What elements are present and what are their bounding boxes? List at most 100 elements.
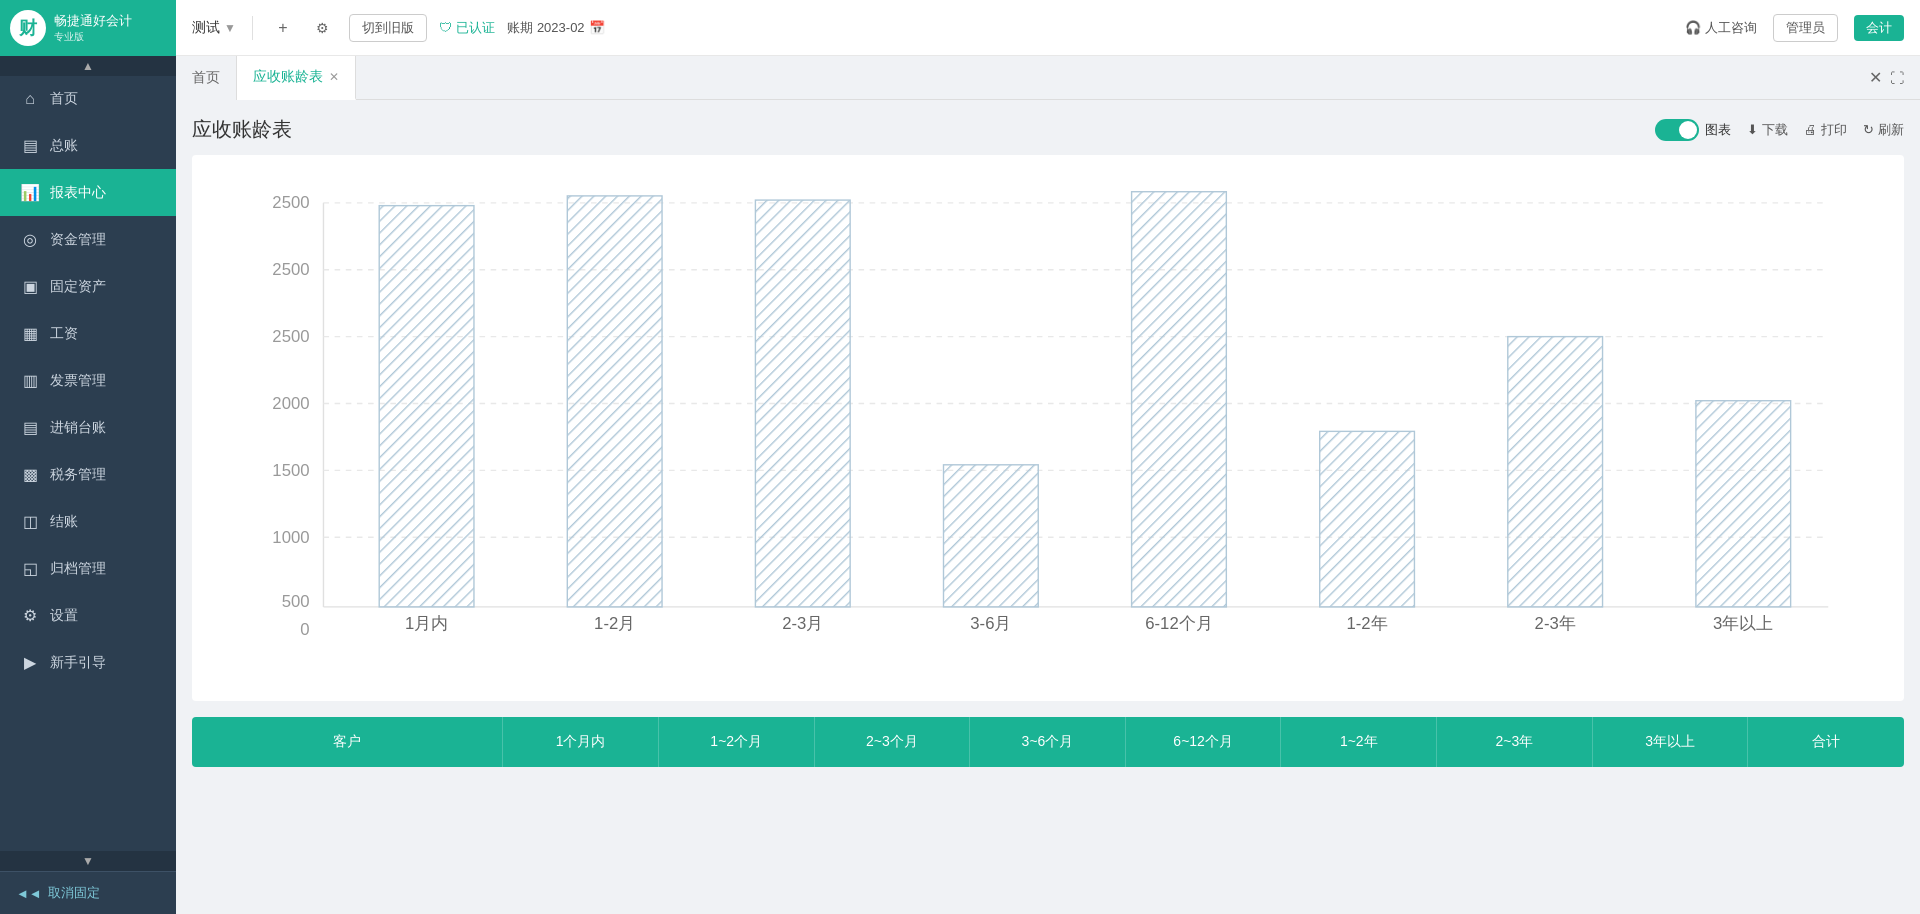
tabs-bar: 首页 应收账龄表 ✕ ✕ ⛶: [176, 56, 1920, 100]
th-2-3month: 2~3个月: [815, 717, 971, 767]
cancel-fixed-btn[interactable]: ◄◄ 取消固定: [16, 884, 160, 902]
bar-6-12月: [1132, 192, 1227, 607]
sidebar-item-invoice[interactable]: ▥ 发票管理: [0, 357, 176, 404]
download-button[interactable]: ⬇ 下载: [1747, 121, 1788, 139]
sidebar-item-settle[interactable]: ◫ 结账: [0, 498, 176, 545]
sidebar-item-salary[interactable]: ▦ 工资: [0, 310, 176, 357]
cancel-fixed-label: 取消固定: [48, 884, 100, 902]
tab-aging[interactable]: 应收账龄表 ✕: [237, 56, 356, 100]
user-button[interactable]: 管理员: [1773, 14, 1838, 42]
sidebar-item-label-salary: 工资: [50, 325, 78, 343]
logo-icon: 财: [10, 10, 46, 46]
th-3-6month: 3~6个月: [970, 717, 1126, 767]
company-name: 测试: [192, 19, 220, 37]
chart-toggle-container: 图表: [1655, 119, 1731, 141]
close-window-icon[interactable]: ✕: [1869, 68, 1882, 87]
svg-text:2000: 2000: [272, 394, 309, 413]
tab-home[interactable]: 首页: [176, 56, 237, 100]
sidebar-item-label-inventory: 进销台账: [50, 419, 106, 437]
period-label: 账期: [507, 19, 533, 37]
main-area: 测试 ▼ + ⚙ 切到旧版 🛡 已认证 账期 2023-02 📅 🎧 人工咨询 …: [176, 0, 1920, 914]
app-name: 畅捷通好会计: [54, 13, 132, 30]
chart-toggle[interactable]: [1655, 119, 1699, 141]
topbar-right: 🎧 人工咨询 管理员 会计: [1685, 14, 1904, 42]
sidebar-item-label-archive: 归档管理: [50, 560, 106, 578]
sidebar-nav: ⌂ 首页 ▤ 总账 📊 报表中心 ◎ 资金管理 ▣ 固定资产 ▦ 工资 ▥ 发票…: [0, 76, 176, 851]
svg-text:1500: 1500: [272, 461, 309, 480]
th-3year-plus: 3年以上: [1593, 717, 1749, 767]
refresh-button[interactable]: ↻ 刷新: [1863, 121, 1904, 139]
reports-icon: 📊: [20, 183, 40, 202]
svg-text:1000: 1000: [272, 528, 309, 547]
scroll-up-btn[interactable]: ▲: [0, 56, 176, 76]
sidebar-item-tax[interactable]: ▩ 税务管理: [0, 451, 176, 498]
role-button[interactable]: 会计: [1854, 15, 1904, 41]
bar-2-3年: [1508, 337, 1603, 607]
sidebar-item-reports[interactable]: 📊 报表中心: [0, 169, 176, 216]
inventory-icon: ▤: [20, 418, 40, 437]
print-icon: 🖨: [1804, 122, 1817, 137]
chart-container: 2500 2500 2500 2000 1500 1000 500 0 1月内: [192, 155, 1904, 701]
svg-text:3-6月: 3-6月: [970, 614, 1011, 633]
sidebar-item-ledger[interactable]: ▤ 总账: [0, 122, 176, 169]
assets-icon: ▣: [20, 277, 40, 296]
sidebar-item-label-settle: 结账: [50, 513, 78, 531]
th-1-2month: 1~2个月: [659, 717, 815, 767]
shield-icon: 🛡: [439, 20, 452, 35]
svg-text:2500: 2500: [272, 327, 309, 346]
sidebar-item-inventory[interactable]: ▤ 进销台账: [0, 404, 176, 451]
service-button[interactable]: 🎧 人工咨询: [1685, 19, 1757, 37]
refresh-label: 刷新: [1878, 121, 1904, 139]
print-button[interactable]: 🖨 打印: [1804, 121, 1847, 139]
svg-text:500: 500: [282, 592, 310, 611]
th-customer: 客户: [192, 717, 503, 767]
sidebar-item-label-home: 首页: [50, 90, 78, 108]
switch-version-button[interactable]: 切到旧版: [349, 14, 427, 42]
th-1-2year: 1~2年: [1281, 717, 1437, 767]
download-label: 下载: [1762, 121, 1788, 139]
report-actions: 图表 ⬇ 下载 🖨 打印 ↻ 刷新: [1655, 119, 1904, 141]
headset-icon: 🎧: [1685, 20, 1701, 35]
company-selector[interactable]: 测试 ▼: [192, 19, 236, 37]
expand-icon[interactable]: ⛶: [1890, 70, 1904, 86]
sidebar-item-archive[interactable]: ◱ 归档管理: [0, 545, 176, 592]
tab-aging-label: 应收账龄表: [253, 68, 323, 86]
sidebar-bottom: ◄◄ 取消固定: [0, 871, 176, 914]
verified-badge: 🛡 已认证: [439, 19, 495, 37]
tabs-right: ✕ ⛶: [1869, 68, 1920, 87]
home-icon: ⌂: [20, 90, 40, 108]
cancel-fixed-icon: ◄◄: [16, 886, 42, 901]
settings-gear-button[interactable]: ⚙: [309, 14, 337, 42]
sidebar-item-assets[interactable]: ▣ 固定资产: [0, 263, 176, 310]
bar-3年以上: [1696, 401, 1791, 607]
sidebar-item-guide[interactable]: ▶ 新手引导: [0, 639, 176, 686]
service-label: 人工咨询: [1705, 19, 1757, 37]
print-label: 打印: [1821, 121, 1847, 139]
svg-text:1-2年: 1-2年: [1346, 614, 1387, 633]
svg-text:2-3月: 2-3月: [782, 614, 823, 633]
settle-icon: ◫: [20, 512, 40, 531]
bar-1-2月: [567, 196, 662, 607]
verified-text: 已认证: [456, 19, 495, 37]
sidebar-item-settings[interactable]: ⚙ 设置: [0, 592, 176, 639]
logo-text-block: 畅捷通好会计 专业版: [54, 13, 132, 43]
add-button[interactable]: +: [269, 14, 297, 42]
guide-icon: ▶: [20, 653, 40, 672]
sidebar-item-label-invoice: 发票管理: [50, 372, 106, 390]
scroll-down-btn[interactable]: ▼: [0, 851, 176, 871]
th-total: 合计: [1748, 717, 1904, 767]
calendar-icon[interactable]: 📅: [589, 20, 605, 35]
sidebar: 财 畅捷通好会计 专业版 ▲ ⌂ 首页 ▤ 总账 📊 报表中心 ◎ 资金管理 ▣…: [0, 0, 176, 914]
th-6-12month: 6~12个月: [1126, 717, 1282, 767]
bar-1月内: [379, 206, 474, 607]
download-icon: ⬇: [1747, 122, 1758, 137]
refresh-icon: ↻: [1863, 122, 1874, 137]
tab-close-icon[interactable]: ✕: [329, 70, 339, 84]
sidebar-item-label-assets: 固定资产: [50, 278, 106, 296]
salary-icon: ▦: [20, 324, 40, 343]
svg-text:0: 0: [300, 620, 309, 639]
svg-text:1-2月: 1-2月: [594, 614, 635, 633]
sidebar-item-funds[interactable]: ◎ 资金管理: [0, 216, 176, 263]
sidebar-item-home[interactable]: ⌂ 首页: [0, 76, 176, 122]
report-title: 应收账龄表: [192, 116, 292, 143]
